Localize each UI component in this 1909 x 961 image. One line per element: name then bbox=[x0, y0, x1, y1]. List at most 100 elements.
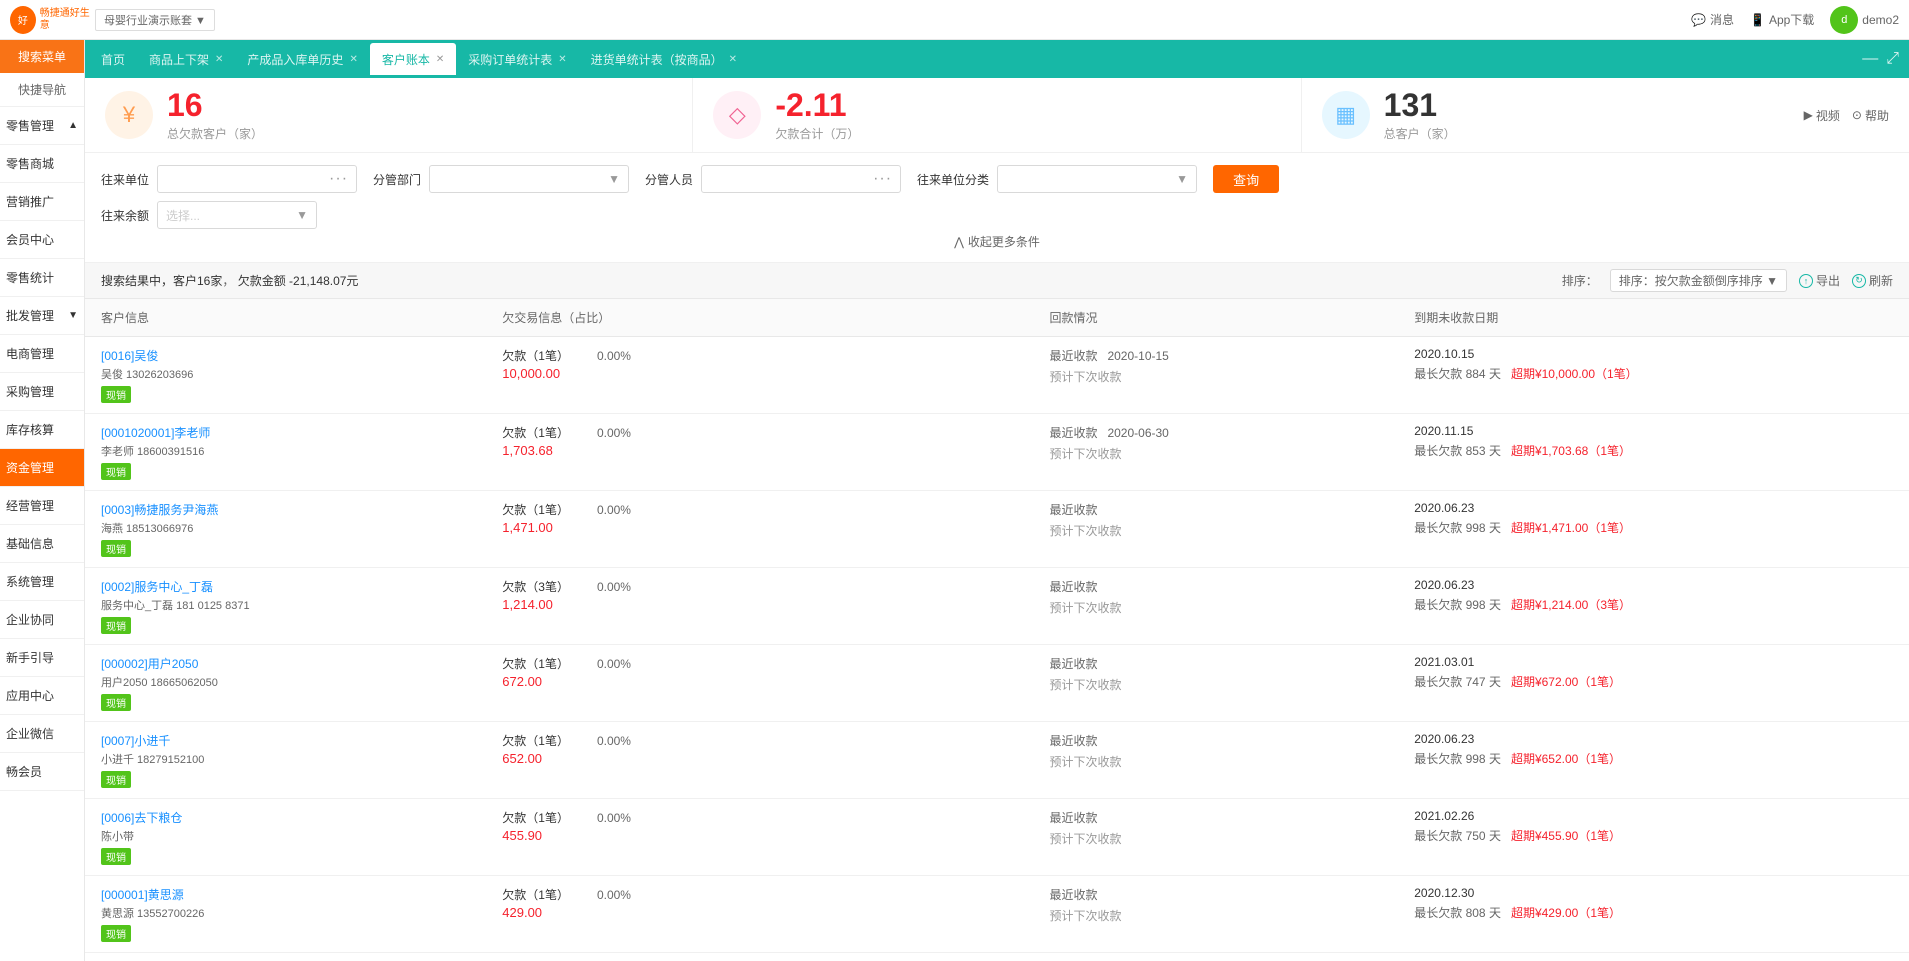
sort-select[interactable]: 排序：按欠款金额倒序排序 ▼ bbox=[1610, 269, 1787, 292]
customer-name-3[interactable]: [0002]服务中心_丁磊 bbox=[101, 578, 470, 595]
overdue-amount-4[interactable]: 超期¥672.00（1笔） bbox=[1511, 675, 1621, 689]
customer-name-6[interactable]: [0006]去下粮仓 bbox=[101, 809, 470, 826]
help-btn[interactable]: ⊙ 帮助 bbox=[1852, 107, 1889, 124]
sidebar-item-ops-mgmt[interactable]: 经营管理 bbox=[0, 487, 84, 525]
close-icon-tab4[interactable]: ✕ bbox=[558, 54, 566, 65]
debt-amount-2[interactable]: 1,471.00 bbox=[502, 520, 569, 535]
col-header-due-date: 到期未收款日期 bbox=[1398, 299, 1909, 337]
source-unit-label: 往来单位 bbox=[101, 171, 149, 188]
debt-count-6: 欠款（1笔） bbox=[502, 809, 569, 826]
debt-amount-3[interactable]: 1,214.00 bbox=[502, 597, 569, 612]
sidebar-item-retail-stats[interactable]: 零售统计 bbox=[0, 259, 84, 297]
debt-count-2: 欠款（1笔） bbox=[502, 501, 569, 518]
sidebar-item-retail-mgmt[interactable]: 零售管理 ▲ bbox=[0, 107, 84, 145]
sidebar-item-ecommerce[interactable]: 电商管理 bbox=[0, 335, 84, 373]
filter-dept: 分管部门 ▼ bbox=[373, 165, 629, 193]
customer-name-7[interactable]: [000001]黄思源 bbox=[101, 886, 470, 903]
overdue-amount-0[interactable]: 超期¥10,000.00（1笔） bbox=[1511, 367, 1638, 381]
customer-phone-0: 吴俊 13026203696 bbox=[101, 366, 470, 382]
sidebar-item-basic-info[interactable]: 基础信息 bbox=[0, 525, 84, 563]
overdue-amount-7[interactable]: 超期¥429.00（1笔） bbox=[1511, 906, 1621, 920]
sidebar-item-new-guide[interactable]: 新手引导 bbox=[0, 639, 84, 677]
debt-amount-4[interactable]: 672.00 bbox=[502, 674, 569, 689]
sidebar-quick-nav[interactable]: 快捷导航 bbox=[0, 73, 84, 107]
cell-customer-7: [000001]黄思源 黄思源 13552700226 现销 bbox=[85, 876, 486, 953]
sidebar-item-batch-mgmt[interactable]: 批发管理 ▼ bbox=[0, 297, 84, 335]
overdue-amount-1[interactable]: 超期¥1,703.68（1笔） bbox=[1511, 444, 1631, 458]
close-icon-tab3[interactable]: ✕ bbox=[436, 54, 444, 65]
cell-payment-5: 最近收款 预计下次收款 bbox=[1033, 722, 1398, 799]
results-bar: 搜索结果中，客户16家， 欠款金额 -21,148.07元 排序： 排序：按欠款… bbox=[85, 263, 1909, 299]
tab-minimize-btn[interactable]: — bbox=[1862, 51, 1878, 67]
cell-due-date-5: 2020.06.23 最长欠款 998 天 超期¥652.00（1笔） bbox=[1398, 722, 1909, 799]
cell-debt-info-3: 欠款（3笔） 1,214.00 0.00% bbox=[486, 568, 1033, 645]
phone-icon: 📱 bbox=[1750, 13, 1765, 27]
overdue-amount-6[interactable]: 超期¥455.90（1笔） bbox=[1511, 829, 1621, 843]
person-input[interactable] bbox=[710, 172, 873, 186]
customer-phone-2: 海燕 18513066976 bbox=[101, 520, 470, 536]
source-unit-dots-btn[interactable]: ··· bbox=[329, 170, 348, 188]
tab-expand-btn[interactable]: ⤢ bbox=[1886, 51, 1899, 67]
sidebar-item-inventory[interactable]: 库存核算 bbox=[0, 411, 84, 449]
cell-debt-info-5: 欠款（1笔） 652.00 0.00% bbox=[486, 722, 1033, 799]
customer-name-1[interactable]: [0001020001]李老师 bbox=[101, 424, 470, 441]
cell-debt-info-2: 欠款（1笔） 1,471.00 0.00% bbox=[486, 491, 1033, 568]
overdue-amount-3[interactable]: 超期¥1,214.00（3笔） bbox=[1511, 598, 1631, 612]
sidebar-search[interactable]: 搜索菜单 bbox=[0, 40, 84, 73]
last-payment-label-2: 最近收款 bbox=[1049, 501, 1382, 518]
overdue-amount-2[interactable]: 超期¥1,471.00（1笔） bbox=[1511, 521, 1631, 535]
app-download-btn[interactable]: 📱 App下载 bbox=[1750, 11, 1814, 28]
sidebar-item-retail-mall[interactable]: 零售商城 bbox=[0, 145, 84, 183]
sidebar-item-enterprise-wx[interactable]: 企业微信 bbox=[0, 715, 84, 753]
tab-stock-stats[interactable]: 进货单统计表（按商品） ✕ bbox=[579, 43, 749, 75]
debt-amount-1[interactable]: 1,703.68 bbox=[502, 443, 569, 458]
debt-amount-7[interactable]: 429.00 bbox=[502, 905, 569, 920]
source-unit-input[interactable] bbox=[166, 172, 329, 186]
due-date-7: 2020.12.30 bbox=[1414, 886, 1893, 900]
refresh-btn[interactable]: ↻ 刷新 bbox=[1852, 272, 1893, 289]
tab-home[interactable]: 首页 bbox=[89, 43, 137, 75]
close-icon-tab2[interactable]: ✕ bbox=[349, 54, 357, 65]
export-btn[interactable]: ↑ 导出 bbox=[1799, 272, 1840, 289]
sidebar-item-purchase[interactable]: 采购管理 bbox=[0, 373, 84, 411]
refresh-icon: ↻ bbox=[1852, 274, 1866, 288]
customer-name-0[interactable]: [0016]吴俊 bbox=[101, 347, 470, 364]
close-icon-tab5[interactable]: ✕ bbox=[729, 54, 737, 65]
video-btn[interactable]: ▶ 视频 bbox=[1804, 107, 1840, 124]
overdue-days-5: 最长欠款 998 天 bbox=[1414, 752, 1507, 766]
debt-amount-6[interactable]: 455.90 bbox=[502, 828, 569, 843]
video-icon: ▶ bbox=[1804, 108, 1813, 122]
sidebar-item-finance[interactable]: 资金管理 bbox=[0, 449, 84, 487]
sidebar-item-marketing[interactable]: 营销推广 bbox=[0, 183, 84, 221]
close-icon-tab1[interactable]: ✕ bbox=[215, 54, 223, 65]
table-row: [0007]小进千 小进千 18279152100 现销 欠款（1笔） 652.… bbox=[85, 722, 1909, 799]
user-menu[interactable]: d demo2 bbox=[1830, 6, 1899, 34]
tab-products-on-off[interactable]: 商品上下架 ✕ bbox=[137, 43, 235, 75]
sidebar-item-member[interactable]: 会员中心 bbox=[0, 221, 84, 259]
message-btn[interactable]: 💬 消息 bbox=[1691, 11, 1734, 28]
export-icon: ↑ bbox=[1799, 274, 1813, 288]
cell-customer-5: [0007]小进千 小进千 18279152100 现销 bbox=[85, 722, 486, 799]
sidebar-item-app-center[interactable]: 应用中心 bbox=[0, 677, 84, 715]
cell-customer-6: [0006]去下粮仓 陈小带 现销 bbox=[85, 799, 486, 876]
sidebar-item-vip-member[interactable]: 畅会员 bbox=[0, 753, 84, 791]
customer-name-5[interactable]: [0007]小进千 bbox=[101, 732, 470, 749]
overdue-amount-5[interactable]: 超期¥652.00（1笔） bbox=[1511, 752, 1621, 766]
store-selector[interactable]: 母婴行业演示账套 ▼ bbox=[95, 9, 215, 31]
sidebar-item-enterprise[interactable]: 企业协同 bbox=[0, 601, 84, 639]
debt-percent-6: 0.00% bbox=[597, 811, 631, 825]
debt-amount-5[interactable]: 652.00 bbox=[502, 751, 569, 766]
customer-name-4[interactable]: [000002]用户2050 bbox=[101, 655, 470, 672]
tab-purchase-stats[interactable]: 采购订单统计表 ✕ bbox=[456, 43, 578, 75]
logo-area: 好 畅捷通好生意 bbox=[10, 6, 95, 34]
sidebar-item-sys-mgmt[interactable]: 系统管理 bbox=[0, 563, 84, 601]
person-dots-btn[interactable]: ··· bbox=[873, 170, 892, 188]
collapse-filter-btn[interactable]: ⋀ 收起更多条件 bbox=[101, 229, 1893, 254]
next-payment-label-0: 预计下次收款 bbox=[1049, 368, 1382, 385]
tab-product-history[interactable]: 产成品入库单历史 ✕ bbox=[235, 43, 369, 75]
debt-amount-0[interactable]: 10,000.00 bbox=[502, 366, 569, 381]
debt-percent-3: 0.00% bbox=[597, 580, 631, 594]
query-button[interactable]: 查询 bbox=[1213, 165, 1279, 193]
customer-name-2[interactable]: [0003]畅捷服务尹海燕 bbox=[101, 501, 470, 518]
tab-customer-account[interactable]: 客户账本 ✕ bbox=[370, 43, 456, 75]
